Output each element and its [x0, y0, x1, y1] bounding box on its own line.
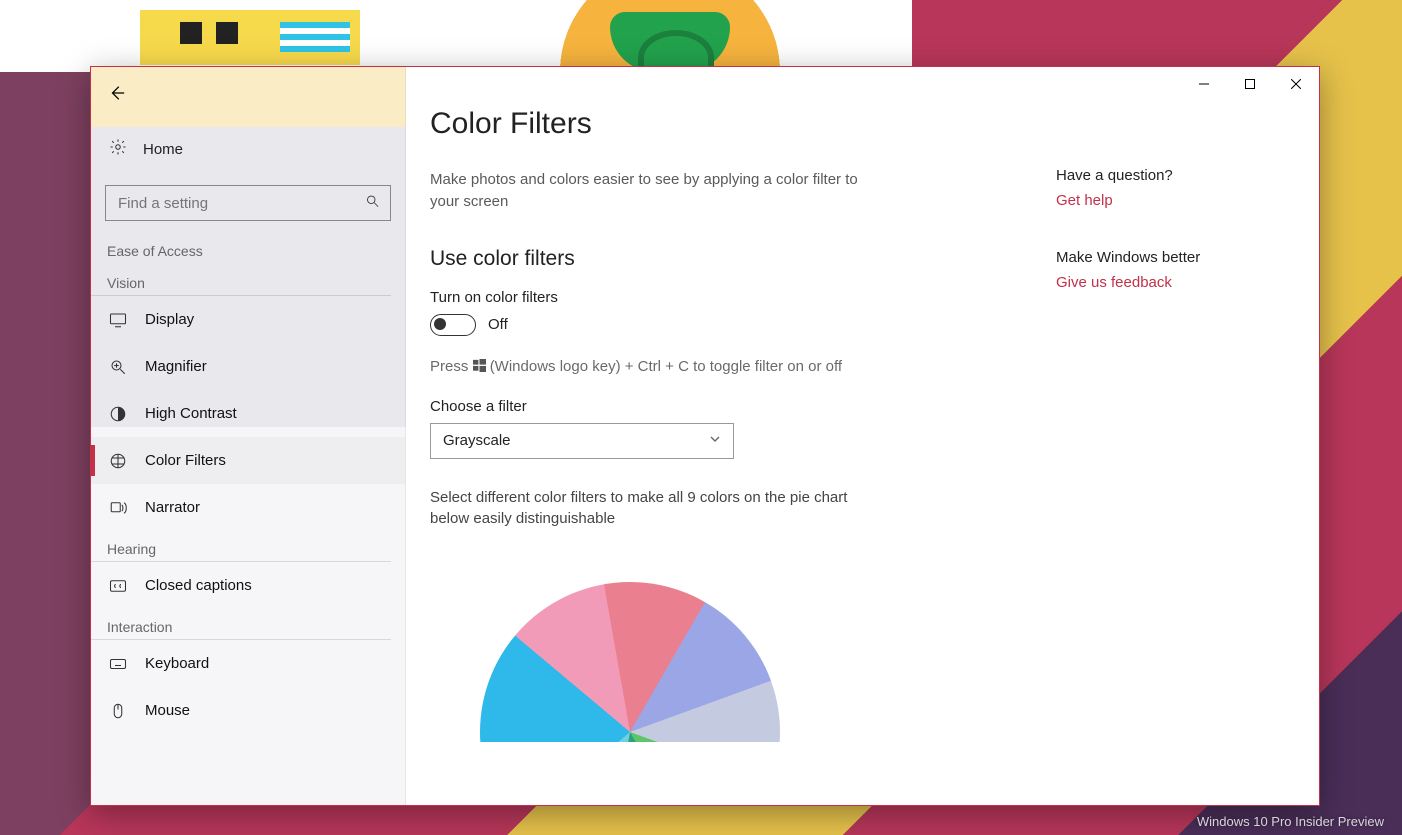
get-help-link[interactable]: Get help [1056, 192, 1316, 209]
group-hearing-heading: Hearing [91, 531, 391, 562]
sidebar-item-keyboard[interactable]: Keyboard [91, 640, 405, 687]
sidebar-item-color-filters[interactable]: Color Filters [91, 437, 405, 484]
display-icon [109, 311, 127, 329]
mouse-icon [109, 702, 127, 720]
sidebar-item-label: Magnifier [145, 358, 207, 375]
narrator-icon [109, 499, 127, 517]
sidebar-item-label: Narrator [145, 499, 200, 516]
group-vision-heading: Vision [91, 265, 391, 296]
sidebar-item-closed-captions[interactable]: Closed captions [91, 562, 405, 609]
search-input[interactable] [116, 194, 380, 213]
sidebar-item-magnifier[interactable]: Magnifier [91, 343, 405, 390]
color-filters-toggle[interactable] [430, 314, 476, 336]
keyboard-icon [109, 655, 127, 673]
search-input-wrapper[interactable] [105, 185, 391, 221]
pie-help-text: Select different color filters to make a… [430, 487, 870, 531]
sidebar-item-home[interactable]: Home [91, 127, 405, 171]
back-button[interactable] [97, 73, 137, 113]
closed-captions-icon [109, 577, 127, 595]
sidebar-item-narrator[interactable]: Narrator [91, 484, 405, 531]
feedback-heading: Make Windows better [1056, 249, 1316, 266]
main-content: Color Filters Make photos and colors eas… [406, 67, 1319, 805]
sidebar-item-label: Color Filters [145, 452, 226, 469]
group-interaction-heading: Interaction [91, 609, 391, 640]
magnifier-icon [109, 358, 127, 376]
settings-sidebar: Home Ease of Access Vision Display Magni… [91, 67, 406, 805]
page-description: Make photos and colors easier to see by … [430, 169, 870, 213]
color-filters-icon [109, 452, 127, 470]
sidebar-item-mouse[interactable]: Mouse [91, 687, 405, 734]
windows-logo-icon [473, 359, 486, 376]
settings-window: Home Ease of Access Vision Display Magni… [90, 66, 1320, 806]
filter-select-label: Choose a filter [430, 398, 1279, 415]
search-icon [365, 194, 380, 213]
color-sample-pie-chart [470, 572, 790, 742]
sidebar-item-high-contrast[interactable]: High Contrast [91, 390, 405, 437]
gear-icon [109, 138, 127, 160]
chevron-down-icon [709, 432, 721, 449]
sidebar-item-display[interactable]: Display [91, 296, 405, 343]
shortcut-hint: Press (Windows logo key) + Ctrl + C to t… [430, 358, 1279, 376]
filter-select[interactable]: Grayscale [430, 423, 734, 459]
filter-select-value: Grayscale [443, 432, 511, 449]
background-window-strip [0, 0, 912, 72]
give-feedback-link[interactable]: Give us feedback [1056, 274, 1316, 291]
sidebar-item-label: Display [145, 311, 194, 328]
high-contrast-icon [109, 405, 127, 423]
sidebar-item-label: Mouse [145, 702, 190, 719]
sidebar-item-label: Keyboard [145, 655, 209, 672]
category-heading: Ease of Access [91, 221, 405, 265]
toggle-state-text: Off [488, 316, 508, 333]
question-heading: Have a question? [1056, 167, 1316, 184]
sidebar-item-label: High Contrast [145, 405, 237, 422]
page-title: Color Filters [430, 107, 1279, 141]
help-aside: Have a question? Get help Make Windows b… [1056, 167, 1316, 331]
sidebar-item-label: Closed captions [145, 577, 252, 594]
desktop-watermark: Windows 10 Pro Insider Preview [1197, 814, 1384, 829]
desktop-background: Home Ease of Access Vision Display Magni… [0, 0, 1402, 835]
home-label: Home [143, 141, 183, 158]
